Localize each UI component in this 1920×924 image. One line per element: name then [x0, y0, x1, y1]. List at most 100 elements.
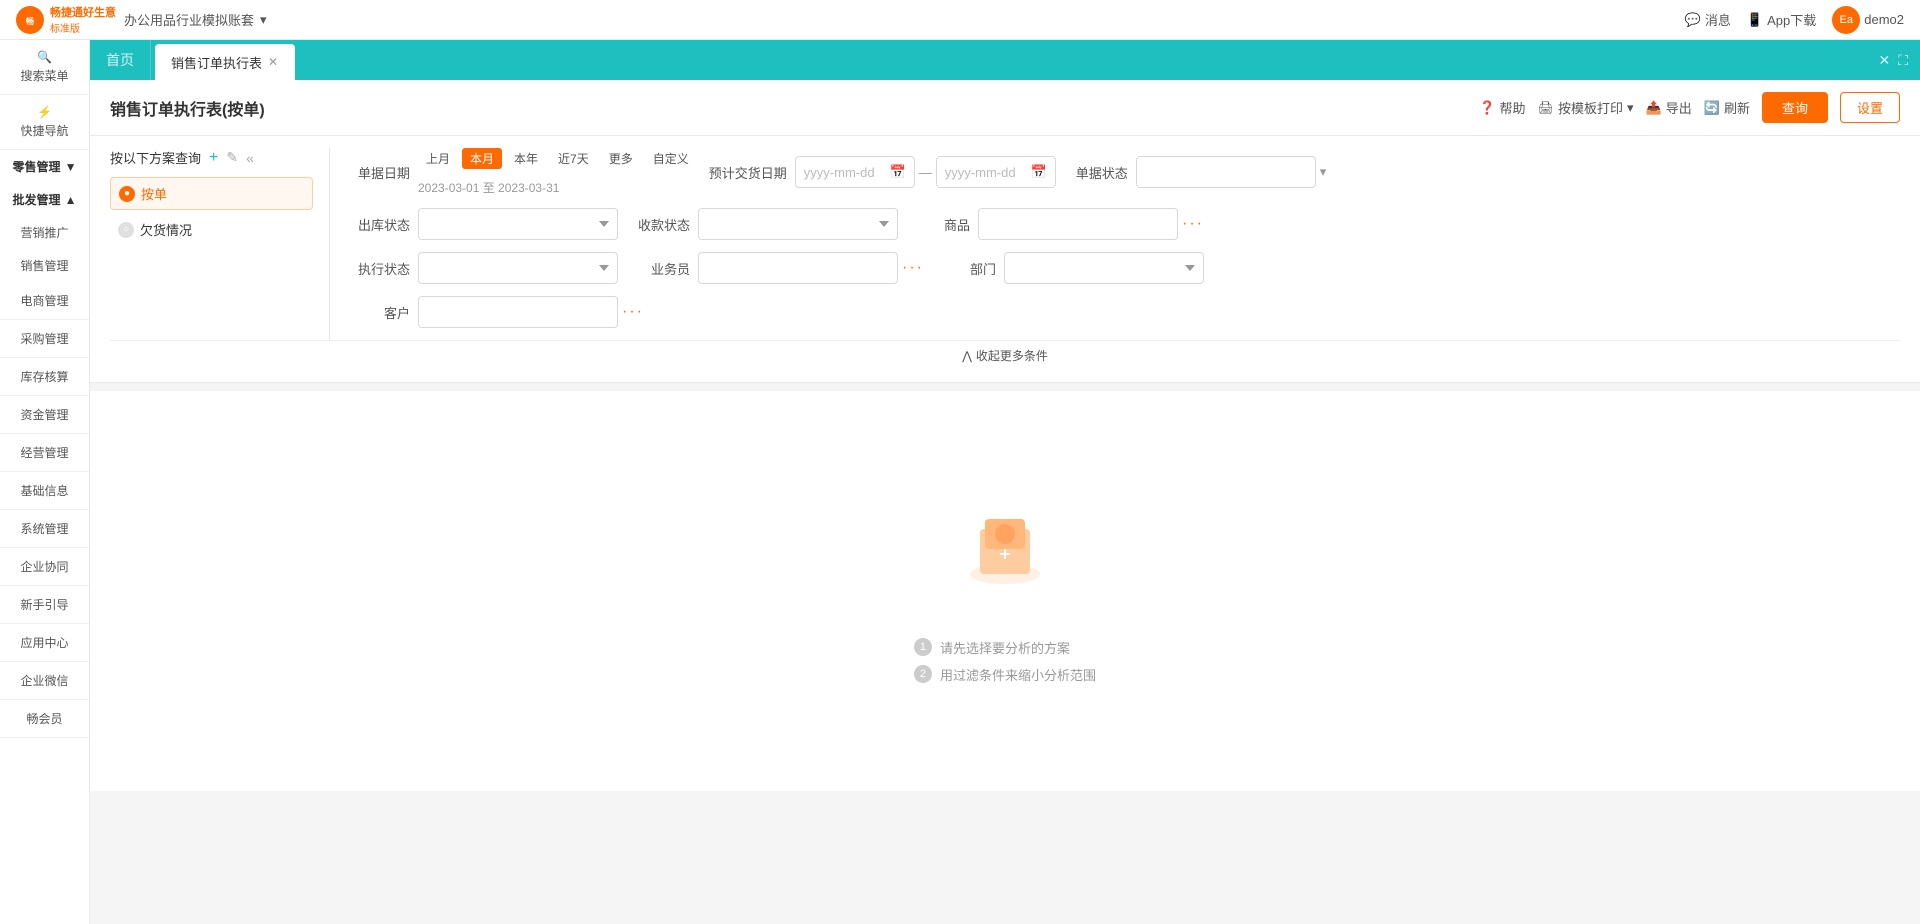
- collapse-icon: ⋀: [962, 349, 972, 363]
- sidebar-item-purchase[interactable]: 采购管理: [0, 320, 89, 358]
- tab-right-actions: ✕ ⛶: [1878, 52, 1920, 69]
- sidebar-search[interactable]: 🔍 搜索菜单: [0, 40, 89, 95]
- expected-delivery-field: 预计交货日期 yyyy-mm-dd 📅 — yyyy-mm-dd: [709, 156, 1056, 188]
- help-button[interactable]: ❓ 帮助: [1479, 98, 1525, 117]
- filter-row-3: 执行状态 业务员 ···: [350, 252, 1900, 284]
- sidebar-item-retail[interactable]: 零售管理 ▼: [0, 150, 89, 183]
- date-field: 单据日期 上月 本月 本年 近7天 更多 自定义: [350, 148, 697, 196]
- bill-status-chevron[interactable]: ▾: [1320, 164, 1327, 180]
- page-content: 销售订单执行表(按单) ❓ 帮助 🖨 按模板打印 ▾ 📤 导出: [90, 80, 1920, 924]
- expected-delivery-label: 预计交货日期: [709, 163, 787, 182]
- salesperson-more-button[interactable]: ···: [902, 259, 924, 277]
- sidebar-item-wholesale[interactable]: 批发管理 ▲: [0, 183, 89, 216]
- sidebar-item-sales[interactable]: 销售管理: [0, 249, 89, 282]
- page-actions: ❓ 帮助 🖨 按模板打印 ▾ 📤 导出 🔄 刷新: [1479, 92, 1900, 123]
- refresh-button[interactable]: 🔄 刷新: [1704, 98, 1750, 117]
- outbound-status-field: 出库状态: [350, 208, 618, 240]
- sidebar-item-enterprise[interactable]: 企业协同: [0, 548, 89, 586]
- execute-status-field: 执行状态: [350, 252, 618, 284]
- sidebar-item-system[interactable]: 系统管理: [0, 510, 89, 548]
- department-select[interactable]: [1004, 252, 1204, 284]
- content-area: 首页 销售订单执行表 ✕ ✕ ⛶ 销售订单执行表(按单) ❓ 帮助: [90, 40, 1920, 924]
- filter-row-4: 客户 ···: [350, 296, 1900, 328]
- date-tab-more[interactable]: 更多: [601, 148, 641, 169]
- sidebar-item-finance[interactable]: 资金管理: [0, 396, 89, 434]
- execute-status-select[interactable]: [418, 252, 618, 284]
- help-icon: ❓: [1479, 100, 1495, 116]
- payment-status-select[interactable]: [698, 208, 898, 240]
- tip-number-2: 2: [914, 665, 932, 683]
- tab-bar: 首页 销售订单执行表 ✕ ✕ ⛶: [90, 40, 1920, 80]
- download-icon: 📱: [1747, 12, 1763, 28]
- query-button[interactable]: 查询: [1762, 92, 1828, 123]
- date-tab-this-month[interactable]: 本月: [462, 148, 502, 169]
- sidebar-item-member[interactable]: 畅会员: [0, 700, 89, 738]
- top-header: 畅 畅捷通好生意 标准版 办公用品行业模拟账套 ▾ 💬 消息 📱 App下载 E…: [0, 0, 1920, 40]
- sidebar-item-basics[interactable]: 基础信息: [0, 472, 89, 510]
- collapse-left-button[interactable]: «: [246, 150, 254, 166]
- tip-number-1: 1: [914, 638, 932, 656]
- execute-status-label: 执行状态: [350, 259, 410, 278]
- sidebar-item-appcenter[interactable]: 应用中心: [0, 624, 89, 662]
- main-layout: 🔍 搜索菜单 ⚡ 快捷导航 零售管理 ▼ 批发管理 ▲ 营销推广 销售管理 电商…: [0, 40, 1920, 924]
- filter-row-1: 单据日期 上月 本月 本年 近7天 更多 自定义: [350, 148, 1900, 196]
- svg-text:畅: 畅: [26, 16, 34, 26]
- sidebar-item-operations[interactable]: 经营管理: [0, 434, 89, 472]
- filter-panel: 按以下方案查询 + ✎ « ● 按单 ○ 欠货情况: [90, 136, 1920, 383]
- expected-delivery-to[interactable]: yyyy-mm-dd 📅: [936, 156, 1056, 188]
- bill-status-input[interactable]: [1136, 156, 1316, 188]
- add-scheme-button[interactable]: +: [209, 149, 218, 167]
- refresh-icon: 🔄: [1704, 100, 1720, 116]
- date-tabs: 上月 本月 本年 近7天 更多 自定义: [418, 148, 697, 169]
- collapse-more-conditions[interactable]: ⋀ 收起更多条件: [110, 340, 1900, 370]
- close-window-icon[interactable]: ✕: [1878, 52, 1890, 69]
- app-download-button[interactable]: 📱 App下载: [1747, 10, 1816, 29]
- sidebar-item-ecommerce[interactable]: 电商管理: [0, 282, 89, 320]
- date-tab-custom[interactable]: 自定义: [645, 148, 697, 169]
- sidebar-item-wechat[interactable]: 企业微信: [0, 662, 89, 700]
- export-button[interactable]: 📤 导出: [1646, 98, 1692, 117]
- tab-home[interactable]: 首页: [90, 40, 151, 80]
- goods-more-button[interactable]: ···: [1182, 215, 1204, 233]
- tab-sales-order-exec[interactable]: 销售订单执行表 ✕: [155, 44, 295, 80]
- date-label: 单据日期: [350, 163, 410, 182]
- template-print-button[interactable]: 🖨 按模板打印 ▾: [1538, 98, 1634, 117]
- app-selector[interactable]: 办公用品行业模拟账套 ▾: [124, 10, 267, 29]
- bill-status-label: 单据状态: [1068, 163, 1128, 182]
- filter-panel-inner: 按以下方案查询 + ✎ « ● 按单 ○ 欠货情况: [110, 148, 1900, 340]
- user-menu[interactable]: Ea demo2: [1832, 6, 1904, 34]
- scheme-item-by-order[interactable]: ● 按单: [110, 177, 313, 210]
- nav-icon: ⚡: [37, 105, 52, 119]
- filter-left-title: 按以下方案查询 + ✎ «: [110, 148, 313, 167]
- salesperson-input[interactable]: [698, 252, 898, 284]
- date-tab-this-year[interactable]: 本年: [506, 148, 546, 169]
- setting-button[interactable]: 设置: [1840, 92, 1900, 123]
- payment-status-field: 收款状态: [630, 208, 898, 240]
- scheme-item-shortage[interactable]: ○ 欠货情况: [110, 214, 313, 245]
- customer-more-button[interactable]: ···: [622, 303, 644, 321]
- message-button[interactable]: 💬 消息: [1685, 10, 1731, 29]
- customer-input[interactable]: [418, 296, 618, 328]
- date-tab-7days[interactable]: 近7天: [550, 148, 597, 169]
- sidebar-quick-nav[interactable]: ⚡ 快捷导航: [0, 95, 89, 150]
- edit-scheme-button[interactable]: ✎: [226, 149, 238, 166]
- logo-area: 畅 畅捷通好生意 标准版: [16, 4, 116, 35]
- sidebar-item-marketing[interactable]: 营销推广: [0, 216, 89, 249]
- export-icon: 📤: [1646, 100, 1662, 116]
- expand-window-icon[interactable]: ⛶: [1898, 52, 1908, 69]
- page-header: 销售订单执行表(按单) ❓ 帮助 🖨 按模板打印 ▾ 📤 导出: [90, 80, 1920, 136]
- salesperson-label: 业务员: [630, 259, 690, 278]
- sidebar-item-inventory[interactable]: 库存核算: [0, 358, 89, 396]
- expected-delivery-from[interactable]: yyyy-mm-dd 📅: [795, 156, 915, 188]
- empty-illustration: [955, 499, 1055, 618]
- date-range-text: 2023-03-01 至 2023-03-31: [418, 179, 697, 196]
- home-tab-label: 首页: [106, 50, 134, 70]
- sidebar-item-newbie[interactable]: 新手引导: [0, 586, 89, 624]
- outbound-status-select[interactable]: [418, 208, 618, 240]
- tab-close-icon[interactable]: ✕: [268, 55, 278, 69]
- date-separator: —: [919, 165, 932, 180]
- search-icon: 🔍: [37, 50, 52, 64]
- date-tab-last-month[interactable]: 上月: [418, 148, 458, 169]
- goods-input[interactable]: [978, 208, 1178, 240]
- avatar: Ea: [1832, 6, 1860, 34]
